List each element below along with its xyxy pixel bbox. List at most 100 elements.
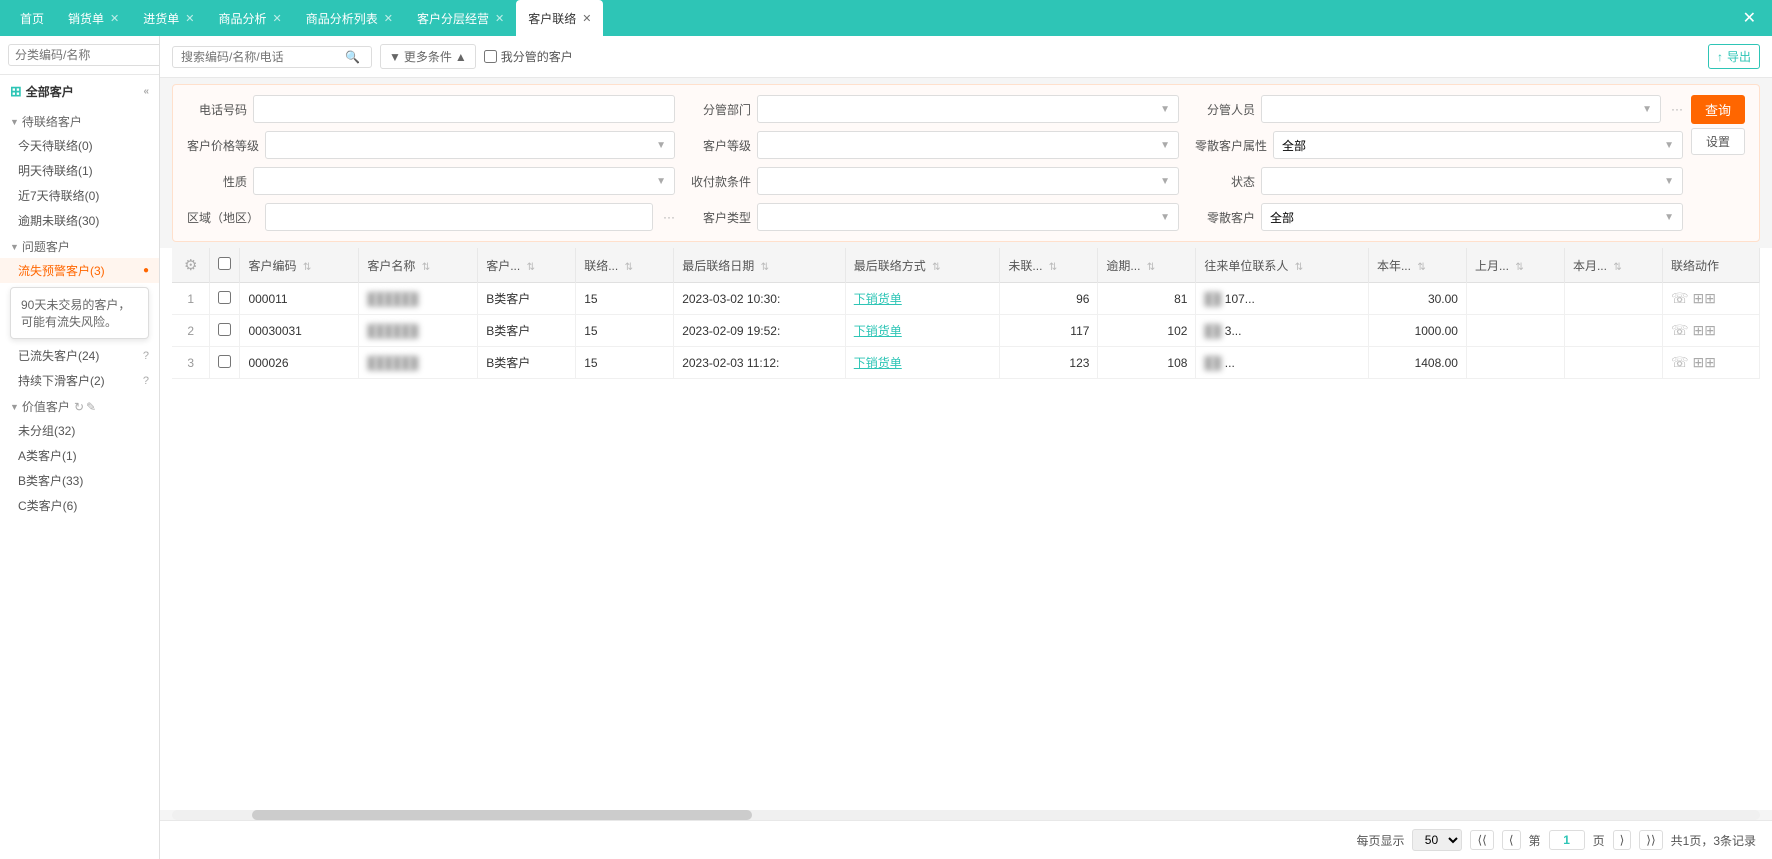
th-contact-count[interactable]: 联络... ⇅	[576, 248, 674, 283]
th-last-method[interactable]: 最后联络方式 ⇅	[845, 248, 1000, 283]
filter-select-nature[interactable]: ▼	[253, 167, 675, 195]
select-all-checkbox[interactable]	[218, 257, 231, 270]
edit-icon3[interactable]: ✎	[86, 400, 96, 414]
my-customers-checkbox-label[interactable]: 我分管的客户	[484, 48, 573, 65]
contact-action-icon[interactable]: ☏	[1671, 322, 1689, 339]
more-filter-button[interactable]: ▼ 更多条件 ▲	[380, 44, 476, 69]
tab-customer-contact[interactable]: 客户联络 ✕	[516, 0, 603, 36]
filter-field-dept: 分管部门 ▼	[691, 95, 1179, 123]
cell-last-month	[1466, 347, 1564, 379]
filter-select-retail-attr[interactable]: 全部 ▼	[1273, 131, 1683, 159]
tab-sales[interactable]: 销货单 ✕	[56, 0, 131, 36]
my-customers-checkbox[interactable]	[484, 50, 497, 63]
th-name[interactable]: 客户名称 ⇅	[359, 248, 478, 283]
th-last-date[interactable]: 最后联络日期 ⇅	[674, 248, 846, 283]
sidebar-item-declining[interactable]: 持续下滑客户(2) ?	[0, 368, 159, 393]
refresh-icon[interactable]: ↻	[74, 400, 84, 414]
th-overdue[interactable]: 逾期... ⇅	[1098, 248, 1196, 283]
filter-select-grade[interactable]: ▼	[757, 131, 1179, 159]
tab-analysis[interactable]: 商品分析 ✕	[206, 0, 293, 36]
contact-action-icon[interactable]: ☏	[1671, 290, 1689, 307]
filter-select-person[interactable]: ▼	[1261, 95, 1661, 123]
th-this-year[interactable]: 本年... ⇅	[1368, 248, 1466, 283]
sidebar-item-today-contact[interactable]: 今天待联络(0)	[0, 133, 159, 158]
sort-icon-this-year[interactable]: ⇅	[1417, 262, 1425, 273]
gear-icon[interactable]: ⚙	[180, 253, 201, 278]
sort-icon-overdue[interactable]: ⇅	[1147, 262, 1155, 273]
dots-button-region[interactable]: ···	[663, 210, 675, 224]
sort-icon-name[interactable]: ⇅	[422, 262, 430, 273]
sort-icon-person[interactable]: ⇅	[1295, 262, 1303, 273]
sort-icon-method[interactable]: ⇅	[932, 262, 940, 273]
last-page-button[interactable]: ⟩⟩	[1639, 830, 1662, 850]
tab-analysis-list-close[interactable]: ✕	[384, 12, 393, 25]
sidebar-item-class-a[interactable]: A类客户(1)	[0, 443, 159, 468]
page-input[interactable]	[1549, 830, 1585, 850]
sort-icon-code[interactable]: ⇅	[303, 262, 311, 273]
first-page-button[interactable]: ⟨⟨	[1470, 830, 1493, 850]
sidebar-item-7days-contact[interactable]: 近7天待联络(0)	[0, 183, 159, 208]
filter-select-payment[interactable]: ▼	[757, 167, 1179, 195]
search-icon-orange[interactable]: 🔍	[345, 50, 360, 64]
tab-customer-tier-close[interactable]: ✕	[495, 12, 504, 25]
more-action-icon[interactable]: ⊞⊞	[1692, 322, 1715, 339]
filter-select-retail[interactable]: 全部 ▼	[1261, 203, 1683, 231]
export-button[interactable]: ↑ 导出	[1708, 44, 1760, 69]
more-action-icon[interactable]: ⊞⊞	[1692, 354, 1715, 371]
per-page-select[interactable]: 50 100	[1412, 829, 1462, 851]
scrollbar-thumb[interactable]	[252, 810, 752, 820]
window-close-button[interactable]: ✕	[1735, 8, 1764, 28]
filter-select-type[interactable]: ▼	[757, 203, 1179, 231]
filter-select-status[interactable]: ▼	[1261, 167, 1683, 195]
tab-customer-contact-close[interactable]: ✕	[582, 12, 591, 25]
row-checkbox[interactable]	[218, 291, 231, 304]
filter-select-price-grade[interactable]: ▼	[265, 131, 675, 159]
sort-icon-this-month[interactable]: ⇅	[1613, 262, 1621, 273]
filter-select-dept[interactable]: ▼	[757, 95, 1179, 123]
tab-purchase[interactable]: 进货单 ✕	[131, 0, 206, 36]
sidebar-group-pending[interactable]: ▼ 待联络客户	[0, 108, 159, 133]
sidebar-item-churn-warning[interactable]: 流失预警客户(3) ●	[0, 258, 159, 283]
th-type[interactable]: 客户... ⇅	[478, 248, 576, 283]
sidebar-group-problem[interactable]: ▼ 问题客户	[0, 233, 159, 258]
sort-icon-last-date[interactable]: ⇅	[761, 262, 769, 273]
filter-input-phone[interactable]	[253, 95, 675, 123]
row-checkbox[interactable]	[218, 323, 231, 336]
sidebar-item-overdue-contact[interactable]: 逾期未联络(30)	[0, 208, 159, 233]
sort-icon-type[interactable]: ⇅	[527, 262, 535, 273]
dots-button-person[interactable]: ···	[1671, 102, 1683, 116]
sidebar-item-class-c[interactable]: C类客户(6)	[0, 493, 159, 518]
prev-page-button[interactable]: ⟨	[1502, 830, 1521, 850]
sort-icon-last-month[interactable]: ⇅	[1515, 262, 1523, 273]
sidebar-item-ungrouped[interactable]: 未分组(32)	[0, 418, 159, 443]
sidebar-search-input[interactable]	[8, 44, 160, 66]
th-contact-person[interactable]: 往来单位联系人 ⇅	[1196, 248, 1369, 283]
tab-customer-tier[interactable]: 客户分层经营 ✕	[405, 0, 516, 36]
more-action-icon[interactable]: ⊞⊞	[1692, 290, 1715, 307]
sort-icon-unlinked[interactable]: ⇅	[1049, 262, 1057, 273]
th-code[interactable]: 客户编码 ⇅	[240, 248, 359, 283]
sidebar-item-class-b[interactable]: B类客户(33)	[0, 468, 159, 493]
sidebar-item-tomorrow-contact[interactable]: 明天待联络(1)	[0, 158, 159, 183]
filter-select-region[interactable]	[265, 203, 653, 231]
sidebar-all-customers[interactable]: ⊞ 全部客户 «	[0, 75, 159, 108]
tab-sales-close[interactable]: ✕	[110, 12, 119, 25]
next-page-button[interactable]: ⟩	[1613, 830, 1632, 850]
contact-action-icon[interactable]: ☏	[1671, 354, 1689, 371]
row-checkbox[interactable]	[218, 355, 231, 368]
cell-unlinking: 117	[1000, 315, 1098, 347]
tab-analysis-list[interactable]: 商品分析列表 ✕	[294, 0, 405, 36]
settings-button[interactable]: 设置	[1691, 128, 1745, 155]
sidebar-group-value[interactable]: ▼ 价值客户 ↻ ✎	[0, 393, 159, 418]
sort-icon-contact[interactable]: ⇅	[625, 262, 633, 273]
th-last-month[interactable]: 上月... ⇅	[1466, 248, 1564, 283]
horizontal-scrollbar[interactable]	[172, 810, 1760, 820]
tab-analysis-close[interactable]: ✕	[273, 12, 282, 25]
sidebar-item-churned[interactable]: 已流失客户(24) ?	[0, 343, 159, 368]
search-input[interactable]	[181, 50, 341, 64]
tab-homepage[interactable]: 首页	[8, 0, 56, 36]
th-unlinked[interactable]: 未联... ⇅	[1000, 248, 1098, 283]
tab-purchase-close[interactable]: ✕	[185, 12, 194, 25]
th-this-month[interactable]: 本月... ⇅	[1564, 248, 1662, 283]
query-button[interactable]: 查询	[1691, 95, 1745, 124]
